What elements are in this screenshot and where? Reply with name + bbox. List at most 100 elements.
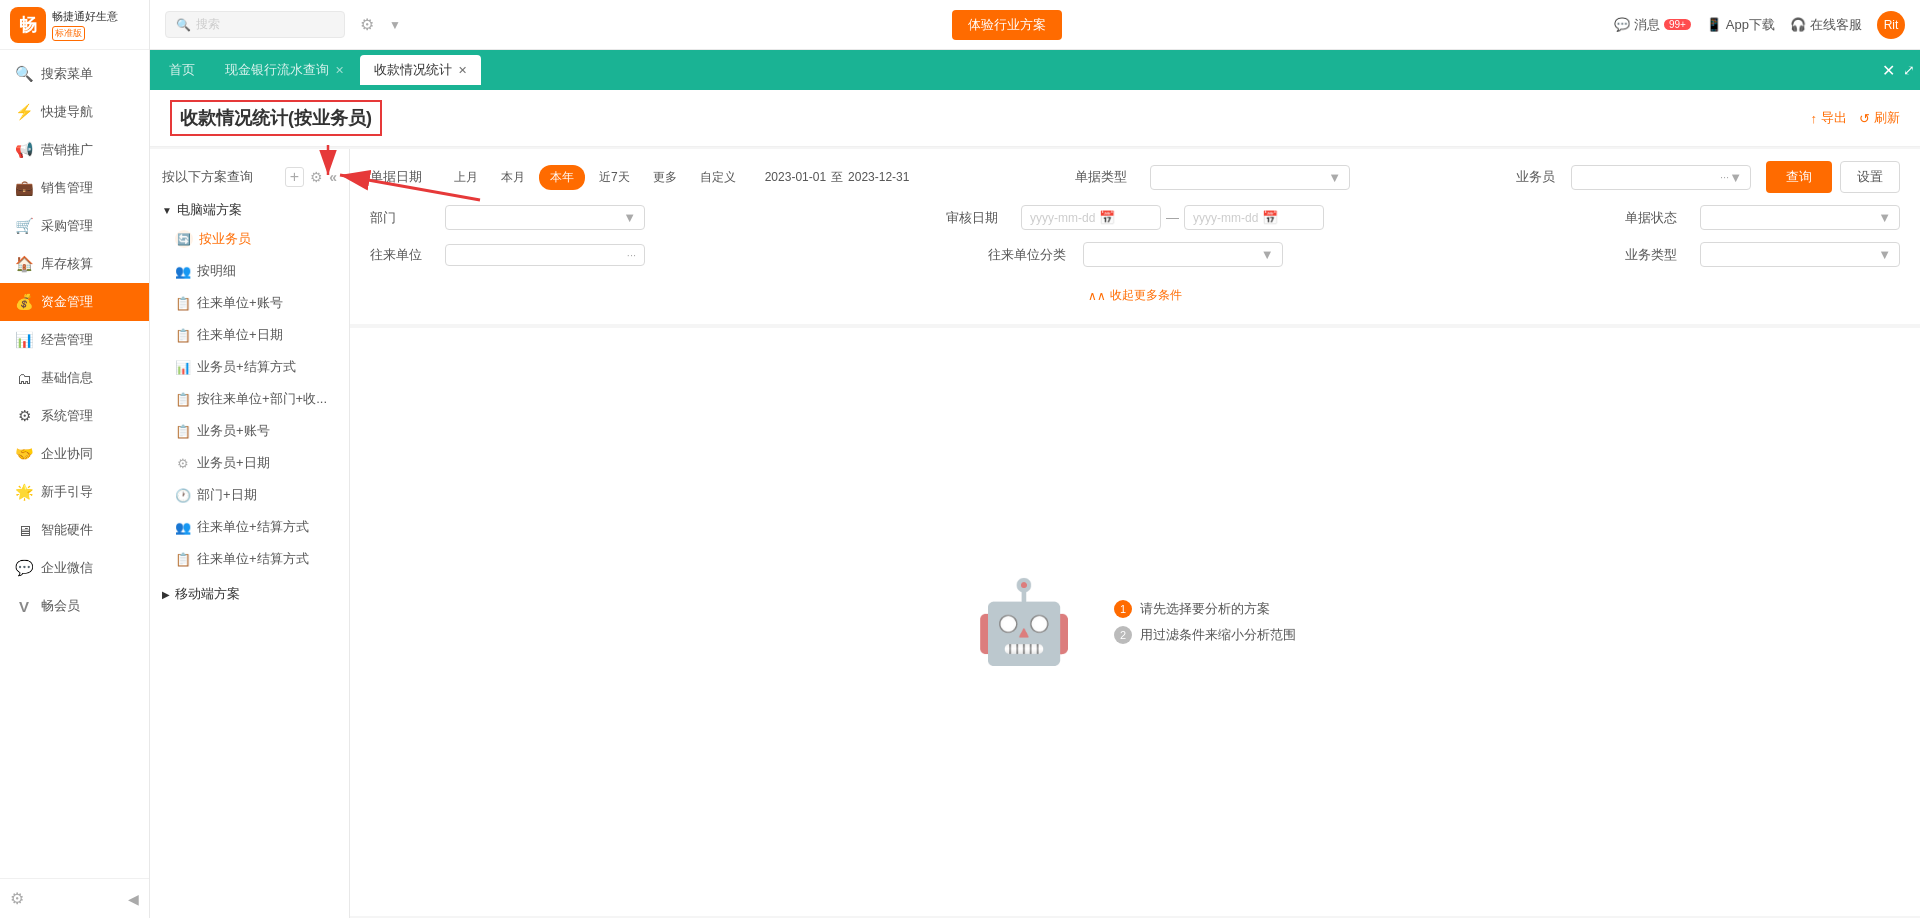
sidebar-collapse-icon[interactable]: ◀ xyxy=(128,891,139,907)
logo-icon: 畅 xyxy=(10,7,46,43)
biz-type-select[interactable]: ▼ xyxy=(1700,242,1900,267)
topbar-dropdown-icon[interactable]: ▼ xyxy=(389,18,401,32)
sidebar-item-quicknav[interactable]: ⚡ 快捷导航 xyxy=(0,93,149,131)
solution-btn[interactable]: 体验行业方案 xyxy=(952,10,1062,40)
salesman-select[interactable]: ··· ▼ xyxy=(1571,165,1751,190)
sidebar-item-sales[interactable]: 💼 销售管理 xyxy=(0,169,149,207)
date-btn-custom[interactable]: 自定义 xyxy=(691,165,745,190)
panel-item-unit-date[interactable]: 📋 往来单位+日期 xyxy=(150,319,349,351)
sidebar-bottom: ⚙ ◀ xyxy=(0,878,149,918)
sidebar: 畅 畅捷通好生意 标准版 🔍 搜索菜单 ⚡ 快捷导航 📢 营销推广 💼 销售管理… xyxy=(0,0,150,918)
sidebar-item-finance[interactable]: 💰 资金管理 xyxy=(0,283,149,321)
filter-row-3: 往来单位 ··· 往来单位分类 ▼ 业务类型 xyxy=(370,242,1900,267)
results-area: 🤖 1 请先选择要分析的方案 2 用过滤条件来缩小分析范围 xyxy=(350,328,1920,916)
tab-maximize-icon[interactable]: ⤢ xyxy=(1903,62,1915,78)
sidebar-settings-icon[interactable]: ⚙ xyxy=(10,889,24,908)
panel-settings-icon[interactable]: ⚙ xyxy=(310,169,323,185)
tab-bank-close[interactable]: ✕ xyxy=(335,64,344,77)
sidebar-item-basic[interactable]: 🗂 基础信息 xyxy=(0,359,149,397)
unit-date-icon: 📋 xyxy=(175,327,191,343)
partner-type-select[interactable]: ▼ xyxy=(1083,242,1283,267)
quicknav-icon: ⚡ xyxy=(15,103,33,121)
voucher-status-select[interactable]: ▼ xyxy=(1700,205,1900,230)
sidebar-item-hardware[interactable]: 🖥 智能硬件 xyxy=(0,511,149,549)
date-btn-last-month[interactable]: 上月 xyxy=(445,165,487,190)
collapse-bar[interactable]: ∧∧ 收起更多条件 xyxy=(370,279,1900,312)
panel-collapse-icon[interactable]: « xyxy=(329,169,337,185)
chevron-down-icon: ▼ xyxy=(162,205,172,216)
panel-item-by-salesman[interactable]: 🔄 按业务员 xyxy=(150,223,349,255)
system-icon: ⚙ xyxy=(15,407,33,425)
sidebar-item-member[interactable]: V 畅会员 xyxy=(0,587,149,625)
panel-item-by-detail[interactable]: 👥 按明细 xyxy=(150,255,349,287)
review-date-to[interactable]: yyyy-mm-dd 📅 xyxy=(1184,205,1324,230)
empty-steps: 1 请先选择要分析的方案 2 用过滤条件来缩小分析范围 xyxy=(1114,600,1296,644)
tab-close-all-icon[interactable]: ✕ xyxy=(1882,61,1895,80)
refresh-icon: ↺ xyxy=(1859,111,1870,126)
sidebar-item-operation[interactable]: 📊 经营管理 xyxy=(0,321,149,359)
content-area: 按以下方案查询 + ⚙ « ▼ 电脑端方案 🔄 按业务员 xyxy=(150,149,1920,918)
search-icon: 🔍 xyxy=(15,65,33,83)
empty-step-1: 1 请先选择要分析的方案 xyxy=(1114,600,1296,618)
panel-section-mobile[interactable]: ▶ 移动端方案 xyxy=(150,579,349,607)
query-btn[interactable]: 查询 xyxy=(1766,161,1832,193)
panel-item-unit-dept[interactable]: 📋 按往来单位+部门+收... xyxy=(150,383,349,415)
filter-row-2: 部门 ▼ 审核日期 yyyy-mm-dd 📅 — xyxy=(370,205,1900,230)
user-avatar[interactable]: Rit xyxy=(1877,11,1905,39)
panel-item-unit-settle2[interactable]: 📋 往来单位+结算方式 xyxy=(150,543,349,575)
date-btn-more[interactable]: 更多 xyxy=(644,165,686,190)
phone-icon: 📱 xyxy=(1706,17,1722,32)
salesman-settle-icon: 📊 xyxy=(175,359,191,375)
voucher-type-select[interactable]: ▼ xyxy=(1150,165,1350,190)
partner-input[interactable]: ··· xyxy=(445,244,645,266)
chevron-right-icon: ▶ xyxy=(162,589,170,600)
page-actions: ↑ 导出 ↺ 刷新 xyxy=(1811,109,1901,127)
topbar-settings-icon[interactable]: ⚙ xyxy=(360,15,374,34)
review-date-from[interactable]: yyyy-mm-dd 📅 xyxy=(1021,205,1161,230)
panel-item-salesman-date[interactable]: ⚙ 业务员+日期 xyxy=(150,447,349,479)
date-btn-7days[interactable]: 近7天 xyxy=(590,165,639,190)
tab-receipt-close[interactable]: ✕ xyxy=(458,64,467,77)
panel-add-icon[interactable]: + xyxy=(285,167,304,187)
review-date-range: yyyy-mm-dd 📅 — yyyy-mm-dd 📅 xyxy=(1021,205,1324,230)
tab-home[interactable]: 首页 xyxy=(155,55,209,85)
sidebar-item-wechat[interactable]: 💬 企业微信 xyxy=(0,549,149,587)
messages-btn[interactable]: 💬 消息 99+ xyxy=(1614,16,1691,34)
message-icon: 💬 xyxy=(1614,17,1630,32)
tab-receipt[interactable]: 收款情况统计 ✕ xyxy=(360,55,481,85)
operation-icon: 📊 xyxy=(15,331,33,349)
refresh-btn[interactable]: ↺ 刷新 xyxy=(1859,109,1900,127)
date-btn-this-year[interactable]: 本年 xyxy=(539,165,585,190)
export-btn[interactable]: ↑ 导出 xyxy=(1811,109,1848,127)
panel-item-dept-date[interactable]: 🕐 部门+日期 xyxy=(150,479,349,511)
dept-select[interactable]: ▼ xyxy=(445,205,645,230)
topbar-search[interactable]: 🔍 搜索 xyxy=(165,11,345,38)
tab-bank[interactable]: 现金银行流水查询 ✕ xyxy=(211,55,358,85)
app-download-btn[interactable]: 📱 App下载 xyxy=(1706,16,1775,34)
sidebar-item-search[interactable]: 🔍 搜索菜单 xyxy=(0,55,149,93)
panel-item-unit-settle1[interactable]: 👥 往来单位+结算方式 xyxy=(150,511,349,543)
topbar-right: 💬 消息 99+ 📱 App下载 🎧 在线客服 Rit xyxy=(1614,11,1905,39)
sidebar-item-marketing[interactable]: 📢 营销推广 xyxy=(0,131,149,169)
date-btn-this-month[interactable]: 本月 xyxy=(492,165,534,190)
panel-item-unit-account[interactable]: 📋 往来单位+账号 xyxy=(150,287,349,319)
sidebar-item-system[interactable]: ⚙ 系统管理 xyxy=(0,397,149,435)
panel-item-salesman-settle[interactable]: 📊 业务员+结算方式 xyxy=(150,351,349,383)
sidebar-item-guide[interactable]: 🌟 新手引导 xyxy=(0,473,149,511)
sidebar-item-purchase[interactable]: 🛒 采购管理 xyxy=(0,207,149,245)
panel-item-salesman-account[interactable]: 📋 业务员+账号 xyxy=(150,415,349,447)
settings-btn[interactable]: 设置 xyxy=(1840,161,1900,193)
sidebar-item-inventory[interactable]: 🏠 库存核算 xyxy=(0,245,149,283)
calendar-icon-from[interactable]: 📅 xyxy=(1099,210,1115,225)
right-panel: 单据日期 上月 本月 本年 近7天 更多 自定义 2023-01-01 至 xyxy=(350,149,1920,918)
empty-content: 🤖 1 请先选择要分析的方案 2 用过滤条件来缩小分析范围 xyxy=(974,575,1296,669)
empty-state: 🤖 1 请先选择要分析的方案 2 用过滤条件来缩小分析范围 xyxy=(974,575,1296,669)
left-panel: 按以下方案查询 + ⚙ « ▼ 电脑端方案 🔄 按业务员 xyxy=(150,149,350,918)
sidebar-item-corp[interactable]: 🤝 企业协同 xyxy=(0,435,149,473)
dept-date-icon: 🕐 xyxy=(175,487,191,503)
panel-section-pc[interactable]: ▼ 电脑端方案 xyxy=(150,195,349,223)
online-service-btn[interactable]: 🎧 在线客服 xyxy=(1790,16,1862,34)
empty-step-2: 2 用过滤条件来缩小分析范围 xyxy=(1114,626,1296,644)
sidebar-nav: 🔍 搜索菜单 ⚡ 快捷导航 📢 营销推广 💼 销售管理 🛒 采购管理 🏠 库存核… xyxy=(0,50,149,878)
calendar-icon-to[interactable]: 📅 xyxy=(1262,210,1278,225)
